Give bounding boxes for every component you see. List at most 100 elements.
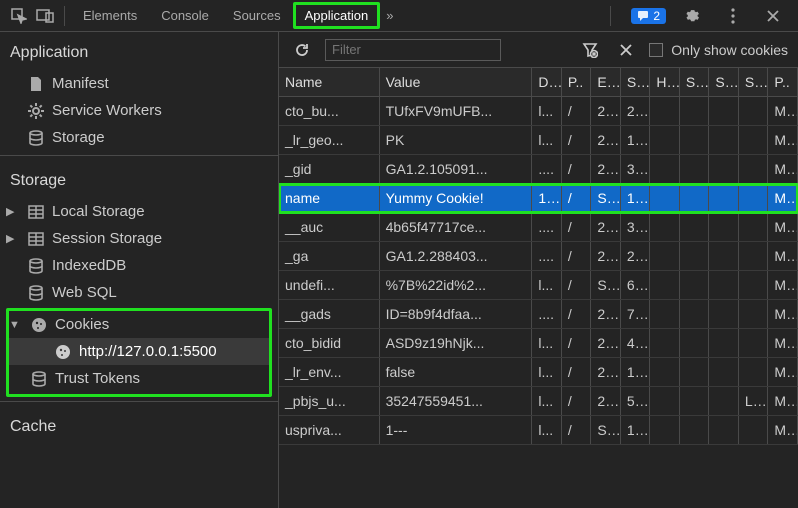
col-secure[interactable]: S..: [679, 68, 709, 97]
sidebar-item-service-workers[interactable]: Service Workers: [0, 97, 278, 124]
cell-h: [650, 329, 680, 358]
col-sameparty[interactable]: S..: [738, 68, 768, 97]
message-icon: [637, 10, 649, 22]
table-row[interactable]: undefi...%7B%22id%2...l.../S...6...M...: [279, 271, 798, 300]
cell-pr: M...: [768, 358, 798, 387]
cell-d: l...: [532, 358, 562, 387]
device-toolbar-icon[interactable]: [32, 3, 58, 29]
cell-p: /: [561, 213, 591, 242]
table-row[interactable]: cto_bididASD9z19hNjk...l.../2...4...M...: [279, 329, 798, 358]
table-row[interactable]: _gidGA1.2.105091......./2...3...M...: [279, 155, 798, 184]
item-label: IndexedDB: [52, 257, 126, 274]
cell-e: 2...: [591, 300, 621, 329]
table-icon: [28, 204, 44, 220]
section-heading-cache: Cache: [0, 406, 278, 444]
cell-s2: [679, 271, 709, 300]
tabs-overflow[interactable]: »: [380, 8, 399, 23]
col-samesite[interactable]: S..: [709, 68, 739, 97]
cell-s3: [709, 242, 739, 271]
col-name[interactable]: Name: [279, 68, 379, 97]
sidebar-item-cookies[interactable]: ▼ Cookies: [9, 311, 269, 338]
cell-s3: [709, 184, 739, 213]
refresh-icon[interactable]: [289, 37, 315, 63]
cell-s1: 2...: [620, 97, 650, 126]
cell-name: __gads: [279, 300, 379, 329]
delete-icon[interactable]: [613, 37, 639, 63]
cell-d: l...: [532, 97, 562, 126]
cell-s4: [738, 300, 768, 329]
table-row[interactable]: uspriva...1---l.../S...1...M...: [279, 416, 798, 445]
gear-icon[interactable]: [680, 3, 706, 29]
cell-s2: [679, 213, 709, 242]
cell-pr: M...: [768, 126, 798, 155]
col-domain[interactable]: D..: [532, 68, 562, 97]
checkbox-icon[interactable]: [649, 43, 663, 57]
kebab-menu-icon[interactable]: [720, 3, 746, 29]
cell-e: 2...: [591, 387, 621, 416]
sidebar-item-session-storage[interactable]: ▶ Session Storage: [0, 225, 278, 252]
tab-sources[interactable]: Sources: [221, 2, 293, 29]
table-row[interactable]: _gaGA1.2.288403......./2...2...M...: [279, 242, 798, 271]
table-row[interactable]: _lr_env...falsel.../2...1...M...: [279, 358, 798, 387]
sidebar-item-web-sql[interactable]: Web SQL: [0, 279, 278, 306]
sidebar-item-indexeddb[interactable]: IndexedDB: [0, 252, 278, 279]
sidebar-item-manifest[interactable]: Manifest: [0, 70, 278, 97]
table-row[interactable]: _pbjs_u...35247559451...l.../2...5...L..…: [279, 387, 798, 416]
sidebar-item-storage[interactable]: Storage: [0, 124, 278, 151]
sidebar-item-trust-tokens[interactable]: Trust Tokens: [9, 365, 269, 392]
clear-filter-icon[interactable]: [577, 37, 603, 63]
col-path[interactable]: P..: [561, 68, 591, 97]
table-row[interactable]: __auc4b65f47717ce......./2...3...M...: [279, 213, 798, 242]
cell-value: 1---: [379, 416, 532, 445]
table-row[interactable]: nameYummy Cookie!1.../S...1...M...: [279, 184, 798, 213]
tab-console[interactable]: Console: [149, 2, 221, 29]
col-expires[interactable]: E..: [591, 68, 621, 97]
cell-s1: 2...: [620, 242, 650, 271]
cell-s2: [679, 97, 709, 126]
cell-s1: 3...: [620, 213, 650, 242]
cell-s3: [709, 97, 739, 126]
close-icon[interactable]: [760, 3, 786, 29]
cell-value: false: [379, 358, 532, 387]
cell-name: _lr_geo...: [279, 126, 379, 155]
cell-s2: [679, 184, 709, 213]
col-size[interactable]: S..: [620, 68, 650, 97]
col-priority[interactable]: P..: [768, 68, 798, 97]
tab-elements[interactable]: Elements: [71, 2, 149, 29]
cell-s1: 4...: [620, 329, 650, 358]
cell-d: l...: [532, 416, 562, 445]
inspect-icon[interactable]: [6, 3, 32, 29]
filter-input[interactable]: [325, 39, 501, 61]
expand-arrow-icon[interactable]: ▶: [6, 232, 14, 245]
cell-s4: [738, 126, 768, 155]
cell-h: [650, 416, 680, 445]
only-show-cookies-toggle[interactable]: Only show cookies: [649, 42, 788, 58]
cell-s3: [709, 155, 739, 184]
table-row[interactable]: cto_bu...TUfxFV9mUFB...l.../2...2...M...: [279, 97, 798, 126]
cell-s4: [738, 97, 768, 126]
cell-e: 2...: [591, 97, 621, 126]
sidebar-item-cookie-origin[interactable]: http://127.0.0.1:5500: [9, 338, 269, 365]
database-icon: [28, 130, 44, 146]
database-icon: [28, 285, 44, 301]
table-row[interactable]: _lr_geo...PKl.../2...1...M...: [279, 126, 798, 155]
issues-badge[interactable]: 2: [631, 8, 666, 24]
sidebar-item-local-storage[interactable]: ▶ Local Storage: [0, 198, 278, 225]
cell-s1: 1...: [620, 358, 650, 387]
cell-s3: [709, 300, 739, 329]
cell-name: _lr_env...: [279, 358, 379, 387]
item-label: Storage: [52, 129, 105, 146]
cell-p: /: [561, 242, 591, 271]
cell-p: /: [561, 184, 591, 213]
cell-name: cto_bidid: [279, 329, 379, 358]
table-row[interactable]: __gadsID=8b9f4dfaa......./2...7...M...: [279, 300, 798, 329]
cell-value: 35247559451...: [379, 387, 532, 416]
collapse-arrow-icon[interactable]: ▼: [9, 319, 20, 331]
expand-arrow-icon[interactable]: ▶: [6, 205, 14, 218]
cell-d: ....: [532, 300, 562, 329]
tab-application[interactable]: Application: [293, 2, 381, 29]
cell-name: __auc: [279, 213, 379, 242]
cell-s1: 7...: [620, 300, 650, 329]
col-value[interactable]: Value: [379, 68, 532, 97]
col-httponly[interactable]: H..: [650, 68, 680, 97]
